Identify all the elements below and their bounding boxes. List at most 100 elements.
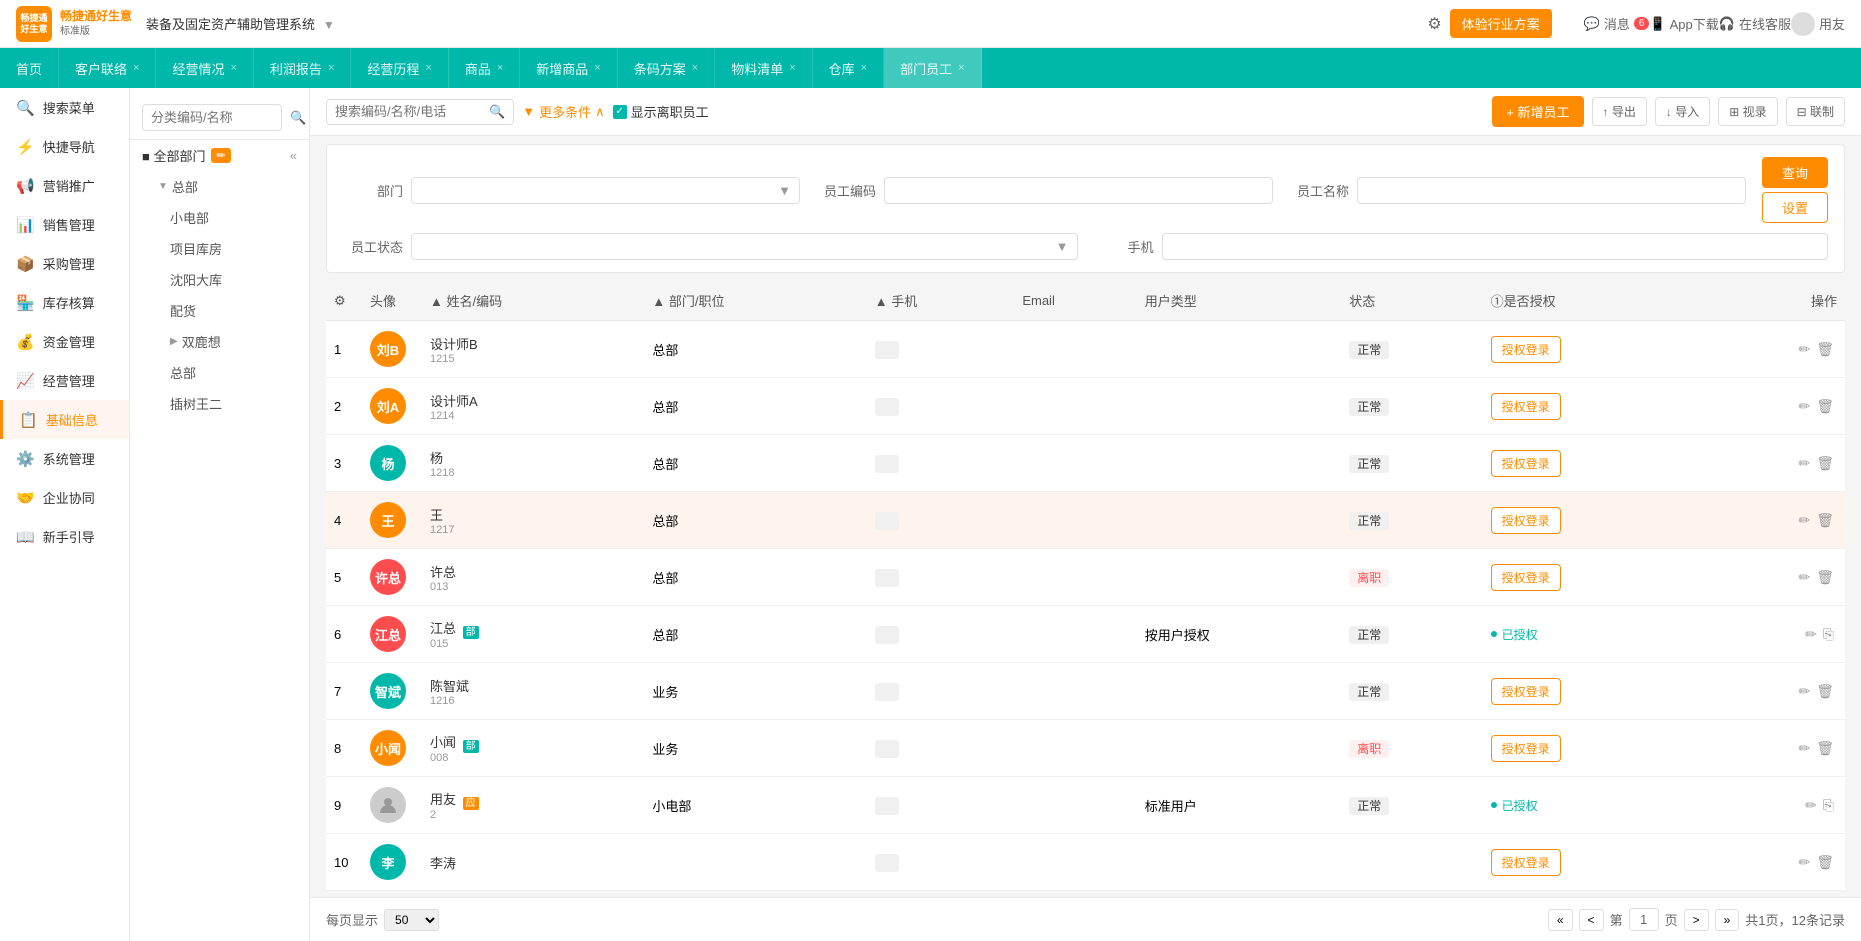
close-icon[interactable]: × [594, 62, 600, 74]
delete-icon[interactable]: 🗑 [1816, 398, 1834, 414]
sidebar-item-basics[interactable]: 📋 基础信息 [0, 400, 129, 439]
auth-button[interactable]: 授权登录 [1491, 735, 1561, 762]
sidebar-item-quicknav[interactable]: ⚡ 快捷导航 [0, 127, 129, 166]
sidebar-item-collab[interactable]: 🤝 企业协同 [0, 478, 129, 517]
edit-icon[interactable]: ✏ [1798, 683, 1810, 699]
delete-icon[interactable]: 🗑 [1816, 854, 1834, 870]
col-dept[interactable]: ▲ 部门/职位 [644, 281, 866, 321]
dept-node-zongbu[interactable]: 总部 [138, 357, 309, 388]
edit-icon[interactable]: ✏ [1798, 569, 1810, 585]
sidebar-item-management[interactable]: 📈 经营管理 [0, 361, 129, 400]
delete-icon[interactable]: 🗑 [1816, 683, 1834, 699]
edit-icon[interactable]: ✏ [1798, 740, 1810, 756]
col-phone[interactable]: ▲ 手机 [867, 281, 1015, 321]
col-settings[interactable]: ⚙ [326, 281, 362, 321]
last-page-btn[interactable]: » [1715, 909, 1740, 931]
delete-icon[interactable]: 🗑 [1816, 512, 1834, 528]
set-button[interactable]: 设置 [1762, 192, 1828, 223]
first-page-btn[interactable]: « [1548, 909, 1573, 931]
tab-profit[interactable]: 利润报告 × [254, 48, 351, 88]
copy-icon[interactable]: ⎘ [1823, 626, 1834, 642]
message-btn[interactable]: 💬 消息 6 [1584, 14, 1650, 33]
edit-icon[interactable]: ✏ [1798, 455, 1810, 471]
tab-home[interactable]: 首页 [0, 48, 59, 88]
sidebar-item-purchase[interactable]: 📦 采购管理 [0, 244, 129, 283]
trial-button[interactable]: 体验行业方案 [1450, 9, 1552, 38]
emp-code-input[interactable] [884, 177, 1273, 204]
app-download-btn[interactable]: 📱 App下载 [1649, 14, 1718, 33]
close-icon[interactable]: × [958, 62, 964, 74]
sidebar-item-inventory[interactable]: 🏪 库存核算 [0, 283, 129, 322]
edit-icon[interactable]: ✏ [1798, 398, 1810, 414]
auth-button[interactable]: 授权登录 [1491, 336, 1561, 363]
close-icon[interactable]: × [861, 62, 867, 74]
auth-button[interactable]: 授权登录 [1491, 564, 1561, 591]
phone-input[interactable] [1162, 233, 1829, 260]
dept-node-shenyang[interactable]: 沈阳大库 [138, 264, 309, 295]
sidebar-item-system[interactable]: ⚙️ 系统管理 [0, 439, 129, 478]
employee-search-input[interactable] [335, 104, 485, 119]
view-btn[interactable]: ⊞ 视录 [1718, 97, 1777, 126]
auth-button[interactable]: 授权登录 [1491, 849, 1561, 876]
user-menu-btn[interactable]: 用友 [1791, 12, 1845, 36]
dept-select[interactable]: ▼ [411, 177, 800, 204]
sidebar-item-marketing[interactable]: 📢 营销推广 [0, 166, 129, 205]
edit-icon[interactable]: ✏ [1805, 797, 1817, 813]
dept-search-input[interactable] [142, 104, 282, 131]
tab-add-goods[interactable]: 新增商品 × [520, 48, 617, 88]
search-magnifier-icon[interactable]: 🔍 [489, 104, 505, 120]
system-dropdown-arrow[interactable]: ▼ [323, 18, 335, 32]
close-icon[interactable]: × [133, 62, 139, 74]
edit-icon[interactable]: ✏ [1798, 341, 1810, 357]
edit-icon[interactable]: ✏ [1798, 854, 1810, 870]
dept-node-chashuwang[interactable]: 插树王二 [138, 388, 309, 419]
prev-page-btn[interactable]: < [1579, 909, 1604, 931]
emp-status-select[interactable]: ▼ [411, 233, 1078, 260]
more-conditions-btn[interactable]: ▼ 更多条件 ∧ [522, 102, 604, 121]
close-icon[interactable]: × [789, 62, 795, 74]
dept-search-icon[interactable]: 🔍 [290, 110, 306, 126]
tab-bom[interactable]: 物料清单 × [715, 48, 812, 88]
settings-icon[interactable]: ⚙ [1427, 14, 1441, 34]
dept-node-project[interactable]: 项目库房 [138, 233, 309, 264]
close-icon[interactable]: × [425, 62, 431, 74]
per-page-select[interactable]: 50 100 [384, 909, 439, 931]
tab-barcode[interactable]: 条码方案 × [618, 48, 715, 88]
add-employee-btn[interactable]: + 新增员工 [1492, 96, 1583, 127]
sidebar-item-guide[interactable]: 📖 新手引导 [0, 517, 129, 556]
close-icon[interactable]: × [230, 62, 236, 74]
auth-button[interactable]: 授权登录 [1491, 450, 1561, 477]
dept-node-headquarters[interactable]: ▼总部 [138, 171, 309, 202]
tab-warehouse[interactable]: 仓库 × [813, 48, 884, 88]
tab-operation[interactable]: 经营情况 × [156, 48, 253, 88]
auth-button[interactable]: 授权登录 [1491, 678, 1561, 705]
edit-icon[interactable]: ✏ [1805, 626, 1817, 642]
copy-icon[interactable]: ⎘ [1823, 797, 1834, 813]
auth-button[interactable]: 授权登录 [1491, 393, 1561, 420]
dept-node-xiaodibu[interactable]: 小电部 [138, 202, 309, 233]
export-btn[interactable]: ↑ 导出 [1592, 97, 1647, 126]
delete-icon[interactable]: 🗑 [1816, 455, 1834, 471]
tab-employees[interactable]: 部门员工 × [884, 48, 981, 88]
close-icon[interactable]: × [328, 62, 334, 74]
tab-history[interactable]: 经营历程 × [351, 48, 448, 88]
auth-button[interactable]: 授权登录 [1491, 507, 1561, 534]
delete-icon[interactable]: 🗑 [1816, 341, 1834, 357]
close-icon[interactable]: × [692, 62, 698, 74]
show-resigned-toggle[interactable]: ✓ 显示离职员工 [613, 102, 709, 121]
edit-icon[interactable]: ✏ [1798, 512, 1810, 528]
delete-icon[interactable]: 🗑 [1816, 740, 1834, 756]
tab-goods[interactable]: 商品 × [449, 48, 520, 88]
online-service-btn[interactable]: 🎧 在线客服 [1719, 14, 1791, 33]
dept-node-peihuo[interactable]: 配货 [138, 295, 309, 326]
tab-customer[interactable]: 客户联络 × [59, 48, 156, 88]
sidebar-item-search[interactable]: 🔍 搜索菜单 [0, 88, 129, 127]
sidebar-item-finance[interactable]: 💰 资金管理 [0, 322, 129, 361]
close-icon[interactable]: × [497, 62, 503, 74]
col-name[interactable]: ▲ 姓名/编码 [422, 281, 644, 321]
delete-icon[interactable]: 🗑 [1816, 569, 1834, 585]
dept-node-shuanglu[interactable]: ▶双鹿想 [138, 326, 309, 357]
all-depts-header[interactable]: ■ 全部部门 ✏ « [130, 140, 309, 171]
dept-edit-badge[interactable]: ✏ [211, 148, 230, 163]
import-btn[interactable]: ↓ 导入 [1655, 97, 1710, 126]
